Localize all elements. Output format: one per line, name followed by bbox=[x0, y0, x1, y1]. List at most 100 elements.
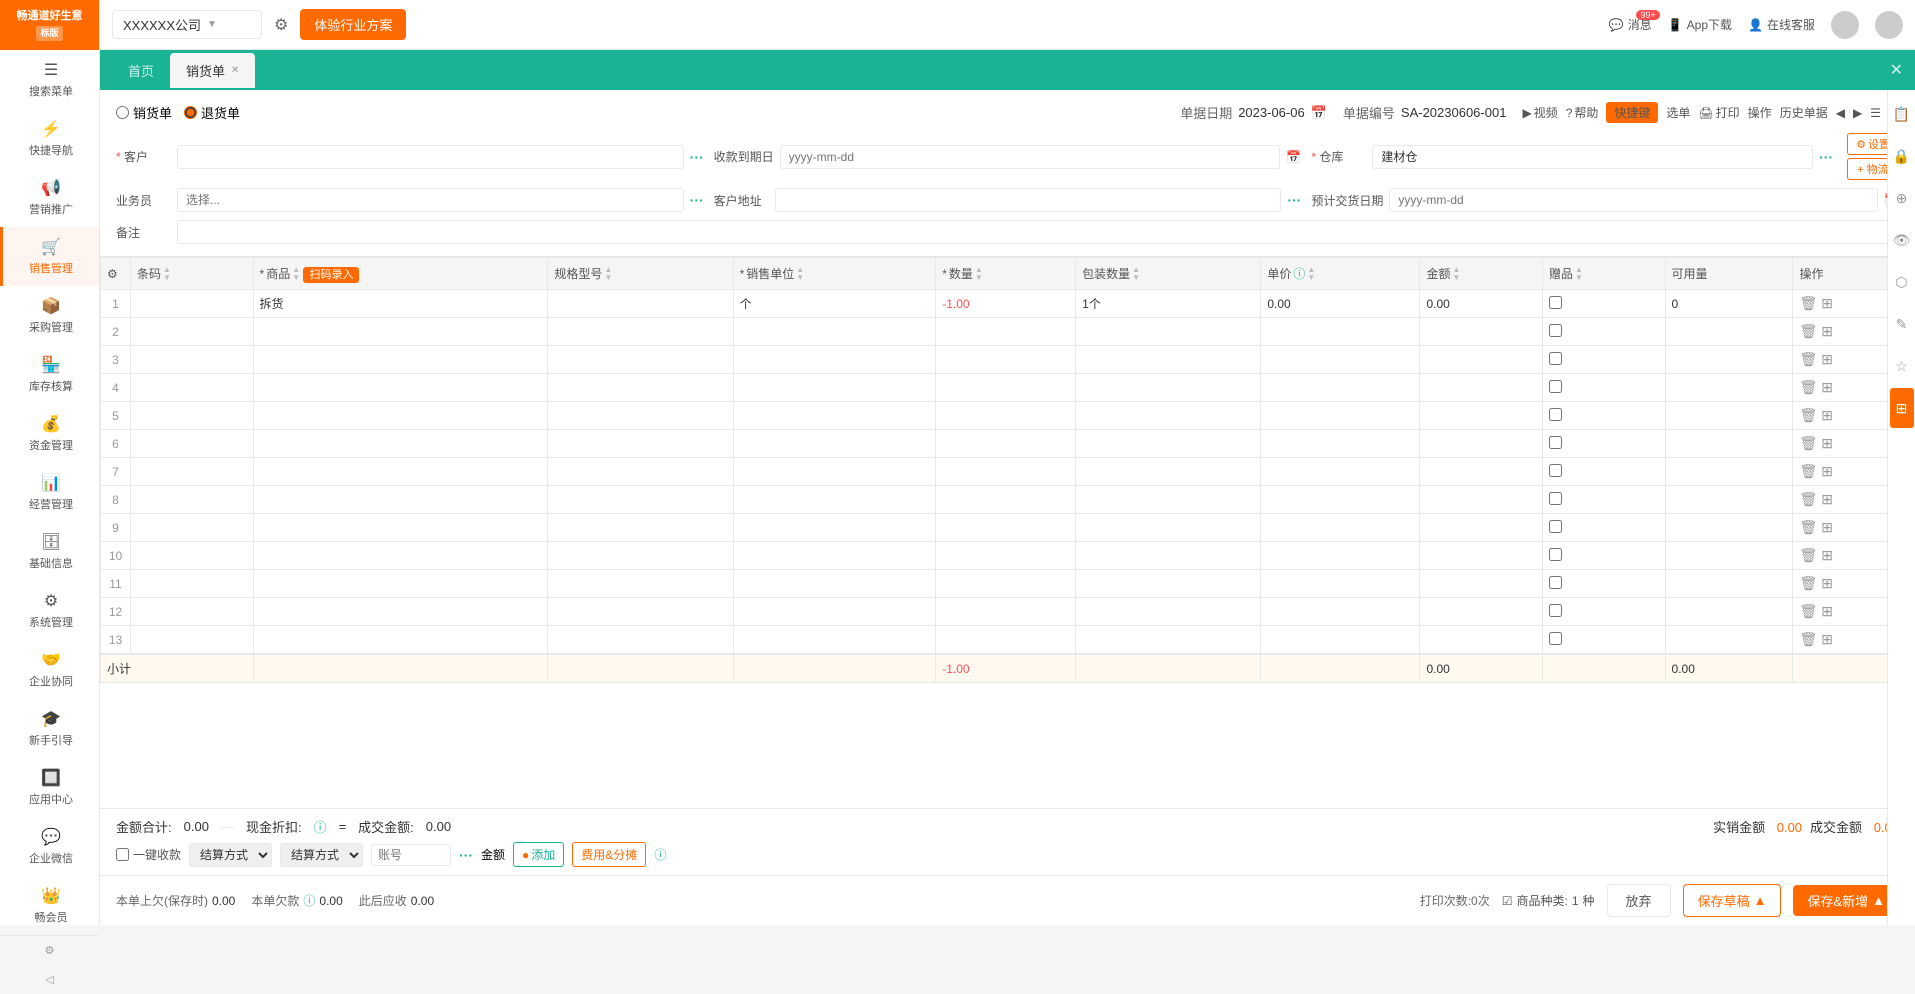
right-btn-7[interactable]: ☆ bbox=[1890, 346, 1914, 386]
sidebar-item-2[interactable]: 📢营销推广 bbox=[0, 168, 99, 227]
copy-row-icon-9[interactable]: ⊞ bbox=[1821, 547, 1833, 564]
message-btn[interactable]: 💬 消息 99+ bbox=[1609, 16, 1652, 33]
save-new-btn[interactable]: 保存&新增 ▲ bbox=[1793, 885, 1899, 916]
delete-row-icon-10[interactable]: 🗑 bbox=[1799, 575, 1817, 592]
customer-dots-icon[interactable]: ··· bbox=[690, 149, 704, 165]
help-btn[interactable]: ? 帮助 bbox=[1566, 104, 1599, 121]
print-btn[interactable]: 🖨 打印 bbox=[1698, 104, 1739, 121]
debit-icon[interactable]: ⓘ bbox=[303, 892, 315, 909]
fee-info-icon[interactable]: ⓘ bbox=[654, 846, 666, 863]
tab-home[interactable]: 首页 bbox=[112, 53, 170, 88]
company-selector[interactable]: XXXXXX公司 ▼ bbox=[112, 10, 262, 39]
copy-row-icon-6[interactable]: ⊞ bbox=[1821, 463, 1833, 480]
delivery-date-input[interactable] bbox=[1389, 188, 1878, 212]
note-input[interactable] bbox=[177, 220, 1899, 244]
copy-row-icon-11[interactable]: ⊞ bbox=[1821, 603, 1833, 620]
copy-row-icon-8[interactable]: ⊞ bbox=[1821, 519, 1833, 536]
customer-input[interactable] bbox=[177, 145, 684, 169]
discount-info-icon[interactable]: ⓘ bbox=[314, 817, 327, 836]
pick-btn[interactable]: 选单 bbox=[1666, 104, 1690, 121]
warehouse-dots-icon[interactable]: ··· bbox=[1819, 149, 1833, 165]
gift-checkbox-6[interactable] bbox=[1549, 464, 1562, 477]
account-input[interactable] bbox=[371, 844, 451, 866]
collection-date-input[interactable] bbox=[780, 145, 1281, 169]
scan-btn[interactable]: 扫码录入 bbox=[303, 267, 359, 283]
copy-row-icon-12[interactable]: ⊞ bbox=[1821, 631, 1833, 648]
radio-sale-input[interactable] bbox=[116, 106, 129, 119]
collection-date-calendar-icon[interactable]: 📅 bbox=[1286, 150, 1301, 164]
right-btn-8[interactable]: ⊞ bbox=[1890, 388, 1914, 428]
discard-btn[interactable]: 放弃 bbox=[1607, 884, 1671, 917]
sidebar-item-10[interactable]: 🤝企业协同 bbox=[0, 640, 99, 699]
add-payment-btn[interactable]: ● 添加 bbox=[513, 842, 564, 867]
delete-row-icon-3[interactable]: 🗑 bbox=[1799, 379, 1817, 396]
warehouse-input[interactable] bbox=[1372, 145, 1813, 169]
close-all-tabs-icon[interactable]: ✕ bbox=[1890, 60, 1903, 80]
radio-sale[interactable]: 销货单 bbox=[116, 103, 172, 122]
video-btn[interactable]: ▶ 视频 bbox=[1522, 104, 1557, 121]
col-settings-icon[interactable]: ⚙ bbox=[107, 267, 118, 281]
gift-checkbox-10[interactable] bbox=[1549, 576, 1562, 589]
next-icon[interactable]: ▶ bbox=[1853, 106, 1862, 120]
delete-row-icon-1[interactable]: 🗑 bbox=[1799, 323, 1817, 340]
fee-btn[interactable]: 费用&分摊 bbox=[572, 842, 646, 867]
save-draft-btn[interactable]: 保存草稿 ▲ bbox=[1683, 884, 1782, 917]
gift-checkbox-0[interactable] bbox=[1549, 296, 1562, 309]
sidebar-settings[interactable]: ⚙ bbox=[0, 936, 99, 965]
sidebar-item-13[interactable]: 💬企业微信 bbox=[0, 817, 99, 876]
product-type[interactable]: ☑ 商品种类: 1 种 bbox=[1502, 892, 1595, 909]
addr-dots-icon[interactable]: ··· bbox=[1287, 192, 1301, 208]
one-click-pay-checkbox[interactable]: 一键收款 bbox=[116, 846, 181, 863]
sidebar-item-14[interactable]: 👑畅会员 bbox=[0, 876, 99, 935]
sidebar-item-0[interactable]: ☰搜索菜单 bbox=[0, 50, 99, 109]
gift-checkbox-7[interactable] bbox=[1549, 492, 1562, 505]
history-btn[interactable]: 历史单据 bbox=[1780, 104, 1828, 121]
operate-btn[interactable]: 操作 bbox=[1748, 104, 1772, 121]
copy-row-icon-4[interactable]: ⊞ bbox=[1821, 407, 1833, 424]
settlement-method-select[interactable]: 结算方式 bbox=[189, 843, 272, 867]
sidebar-item-1[interactable]: ⚡快捷导航 bbox=[0, 109, 99, 168]
online-support-btn[interactable]: 👤 在线客服 bbox=[1748, 16, 1815, 33]
sidebar-item-6[interactable]: 💰资金管理 bbox=[0, 404, 99, 463]
gift-checkbox-4[interactable] bbox=[1549, 408, 1562, 421]
list-view-icon[interactable]: ☰ bbox=[1870, 106, 1881, 120]
copy-row-icon-1[interactable]: ⊞ bbox=[1821, 323, 1833, 340]
sidebar-item-11[interactable]: 🎓新手引导 bbox=[0, 699, 99, 758]
sidebar-item-8[interactable]: 🗄基础信息 bbox=[0, 522, 99, 581]
right-btn-5[interactable]: ⬡ bbox=[1890, 262, 1914, 302]
salesperson-dots-icon[interactable]: ··· bbox=[690, 192, 704, 208]
gift-checkbox-12[interactable] bbox=[1549, 632, 1562, 645]
delete-row-icon-12[interactable]: 🗑 bbox=[1799, 631, 1817, 648]
right-btn-3[interactable]: ⊕ bbox=[1890, 178, 1914, 218]
date-calendar-icon[interactable]: 📅 bbox=[1311, 105, 1327, 121]
copy-row-icon-3[interactable]: ⊞ bbox=[1821, 379, 1833, 396]
delete-row-icon-4[interactable]: 🗑 bbox=[1799, 407, 1817, 424]
sidebar-collapse[interactable]: ◁ bbox=[0, 965, 99, 994]
copy-row-icon-2[interactable]: ⊞ bbox=[1821, 351, 1833, 368]
tab-close-icon[interactable]: ✕ bbox=[231, 65, 239, 76]
sidebar-item-4[interactable]: 📦采购管理 bbox=[0, 286, 99, 345]
account-select[interactable]: 结算方式 bbox=[280, 843, 363, 867]
sidebar-item-12[interactable]: 🔲应用中心 bbox=[0, 758, 99, 817]
right-btn-4[interactable]: 👁 bbox=[1890, 220, 1914, 260]
customer-addr-input[interactable] bbox=[775, 188, 1282, 212]
right-btn-1[interactable]: 📋 bbox=[1890, 94, 1914, 134]
gift-checkbox-1[interactable] bbox=[1549, 324, 1562, 337]
app-download-btn[interactable]: 📱 App下载 bbox=[1668, 16, 1732, 33]
delete-row-icon-8[interactable]: 🗑 bbox=[1799, 519, 1817, 536]
delete-row-icon-6[interactable]: 🗑 bbox=[1799, 463, 1817, 480]
topbar-settings-icon[interactable]: ⚙ bbox=[270, 11, 292, 39]
radio-return[interactable]: 退货单 bbox=[184, 103, 240, 122]
prev-icon[interactable]: ◀ bbox=[1836, 106, 1845, 120]
copy-row-icon-0[interactable]: ⊞ bbox=[1821, 295, 1833, 312]
delete-row-icon-9[interactable]: 🗑 bbox=[1799, 547, 1817, 564]
copy-row-icon-10[interactable]: ⊞ bbox=[1821, 575, 1833, 592]
sidebar-item-9[interactable]: ⚙系统管理 bbox=[0, 581, 99, 640]
gift-checkbox-8[interactable] bbox=[1549, 520, 1562, 533]
radio-return-input[interactable] bbox=[184, 106, 197, 119]
tab-sale-order[interactable]: 销货单 ✕ bbox=[170, 53, 255, 88]
user-avatar2[interactable] bbox=[1875, 11, 1903, 39]
gift-checkbox-5[interactable] bbox=[1549, 436, 1562, 449]
right-btn-2[interactable]: 🔒 bbox=[1890, 136, 1914, 176]
delete-row-icon-11[interactable]: 🗑 bbox=[1799, 603, 1817, 620]
